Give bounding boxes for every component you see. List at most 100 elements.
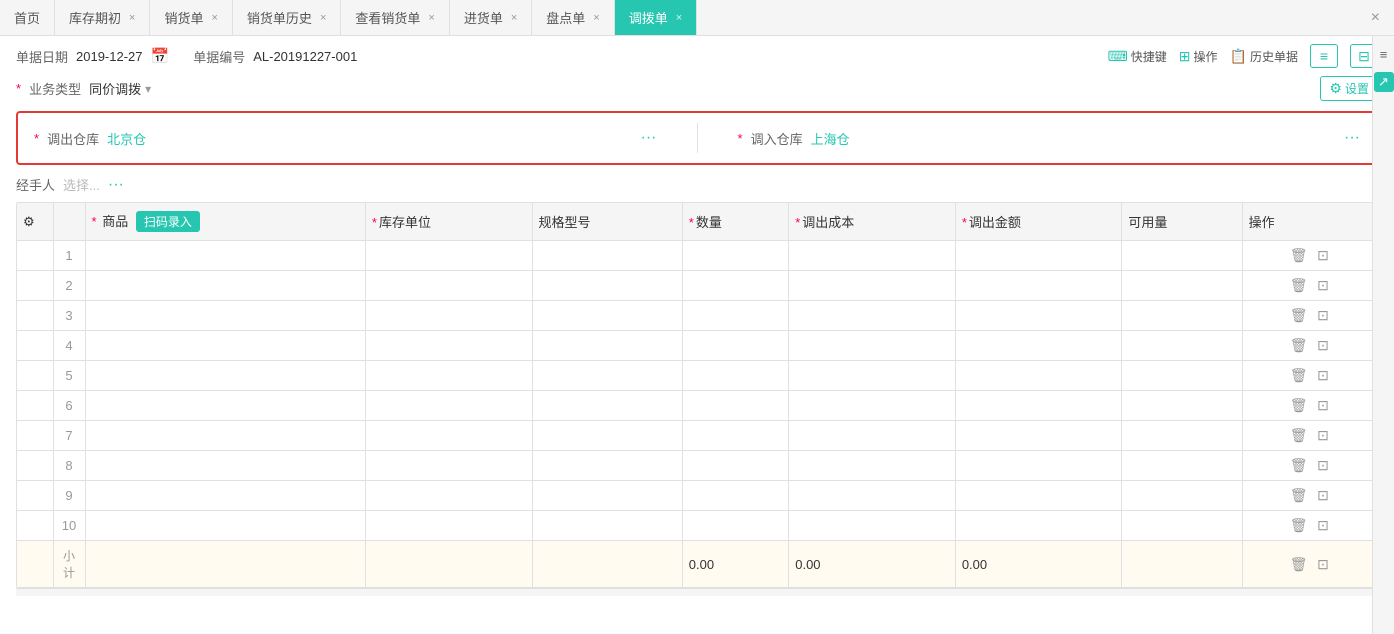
tab-close-view-sales[interactable]: × (428, 12, 434, 24)
row-cost-cell-3[interactable] (789, 301, 956, 331)
row-copy-btn-6[interactable]: ⊡ (1314, 397, 1332, 414)
row-spec-cell-1[interactable] (532, 241, 682, 271)
settings-button[interactable]: ⚙ 设置 (1320, 76, 1378, 101)
business-type-select[interactable]: 同价调拨 ▾ (89, 79, 209, 98)
row-copy-btn-5[interactable]: ⊡ (1314, 367, 1332, 384)
row-delete-btn-3[interactable]: 🗑 (1287, 307, 1311, 324)
row-unit-cell-10[interactable] (365, 511, 532, 541)
tab-close-purchase-order[interactable]: × (511, 12, 517, 24)
warehouse-in-more-icon[interactable]: ··· (1344, 129, 1360, 147)
row-unit-cell-5[interactable] (365, 361, 532, 391)
scan-barcode-btn[interactable]: 扫码录入 (136, 211, 200, 232)
row-product-cell-10[interactable] (85, 511, 365, 541)
tab-inventory-init[interactable]: 库存期初 × (55, 0, 150, 35)
window-close-button[interactable]: × (1357, 9, 1394, 27)
row-qty-cell-3[interactable] (682, 301, 788, 331)
row-unit-cell-1[interactable] (365, 241, 532, 271)
row-product-cell-1[interactable] (85, 241, 365, 271)
row-product-cell-2[interactable] (85, 271, 365, 301)
calendar-icon[interactable]: 📅 (151, 47, 170, 65)
tab-close-sales-history[interactable]: × (320, 12, 326, 24)
row-delete-btn-10[interactable]: 🗑 (1287, 517, 1311, 534)
row-amount-cell-10[interactable] (955, 511, 1122, 541)
row-qty-cell-7[interactable] (682, 421, 788, 451)
tab-close-inventory-check[interactable]: × (593, 12, 599, 24)
row-copy-btn-3[interactable]: ⊡ (1314, 307, 1332, 324)
row-cost-cell-4[interactable] (789, 331, 956, 361)
tab-close-inventory-init[interactable]: × (129, 12, 135, 24)
row-spec-cell-3[interactable] (532, 301, 682, 331)
row-qty-cell-1[interactable] (682, 241, 788, 271)
row-copy-btn-8[interactable]: ⊡ (1314, 457, 1332, 474)
row-copy-btn-10[interactable]: ⊡ (1314, 517, 1332, 534)
tab-view-sales[interactable]: 查看销货单 × (341, 0, 449, 35)
row-amount-cell-3[interactable] (955, 301, 1122, 331)
scroll-bar[interactable] (16, 588, 1378, 596)
subtotal-delete-btn[interactable]: 🗑 (1287, 556, 1311, 573)
handler-more-icon[interactable]: ··· (108, 176, 124, 194)
row-cost-cell-5[interactable] (789, 361, 956, 391)
row-qty-cell-6[interactable] (682, 391, 788, 421)
row-qty-cell-9[interactable] (682, 481, 788, 511)
row-copy-btn-7[interactable]: ⊡ (1314, 427, 1332, 444)
row-delete-btn-8[interactable]: 🗑 (1287, 457, 1311, 474)
row-product-cell-6[interactable] (85, 391, 365, 421)
operation-btn[interactable]: ⊞ 操作 (1179, 48, 1218, 65)
row-delete-btn-4[interactable]: 🗑 (1287, 337, 1311, 354)
row-qty-cell-2[interactable] (682, 271, 788, 301)
sidebar-export-icon[interactable]: ↗ (1374, 72, 1394, 92)
row-qty-cell-4[interactable] (682, 331, 788, 361)
row-amount-cell-2[interactable] (955, 271, 1122, 301)
row-copy-btn-1[interactable]: ⊡ (1314, 247, 1332, 264)
warehouse-in-value[interactable]: 上海仓 (811, 129, 850, 148)
row-amount-cell-1[interactable] (955, 241, 1122, 271)
tab-inventory-check[interactable]: 盘点单 × (532, 0, 614, 35)
row-amount-cell-4[interactable] (955, 331, 1122, 361)
row-unit-cell-7[interactable] (365, 421, 532, 451)
row-spec-cell-9[interactable] (532, 481, 682, 511)
row-delete-btn-2[interactable]: 🗑 (1287, 277, 1311, 294)
warehouse-out-value[interactable]: 北京仓 (107, 129, 146, 148)
row-amount-cell-5[interactable] (955, 361, 1122, 391)
row-spec-cell-6[interactable] (532, 391, 682, 421)
row-spec-cell-7[interactable] (532, 421, 682, 451)
row-product-cell-3[interactable] (85, 301, 365, 331)
row-spec-cell-8[interactable] (532, 451, 682, 481)
row-copy-btn-2[interactable]: ⊡ (1314, 277, 1332, 294)
row-product-cell-5[interactable] (85, 361, 365, 391)
row-unit-cell-3[interactable] (365, 301, 532, 331)
tab-home[interactable]: 首页 (0, 0, 55, 35)
row-qty-cell-5[interactable] (682, 361, 788, 391)
subtotal-copy-btn[interactable]: ⊡ (1314, 556, 1332, 573)
list-view-btn[interactable]: ≡ (1310, 44, 1338, 68)
row-cost-cell-2[interactable] (789, 271, 956, 301)
row-delete-btn-1[interactable]: 🗑 (1287, 247, 1311, 264)
row-unit-cell-4[interactable] (365, 331, 532, 361)
row-qty-cell-10[interactable] (682, 511, 788, 541)
row-cost-cell-6[interactable] (789, 391, 956, 421)
tab-sales-history[interactable]: 销货单历史 × (233, 0, 341, 35)
row-unit-cell-8[interactable] (365, 451, 532, 481)
tab-close-sales-order[interactable]: × (211, 12, 217, 24)
shortcut-btn[interactable]: ⌨ 快捷键 (1108, 48, 1167, 65)
row-product-cell-8[interactable] (85, 451, 365, 481)
row-amount-cell-7[interactable] (955, 421, 1122, 451)
row-product-cell-7[interactable] (85, 421, 365, 451)
tab-purchase-order[interactable]: 进货单 × (450, 0, 532, 35)
row-amount-cell-8[interactable] (955, 451, 1122, 481)
warehouse-out-more-icon[interactable]: ··· (641, 129, 657, 147)
row-product-cell-4[interactable] (85, 331, 365, 361)
row-spec-cell-2[interactable] (532, 271, 682, 301)
row-qty-cell-8[interactable] (682, 451, 788, 481)
tab-sales-order[interactable]: 销货单 × (150, 0, 232, 35)
row-amount-cell-9[interactable] (955, 481, 1122, 511)
row-spec-cell-4[interactable] (532, 331, 682, 361)
row-product-cell-9[interactable] (85, 481, 365, 511)
row-unit-cell-2[interactable] (365, 271, 532, 301)
tab-transfer-order[interactable]: 调拨单 × (615, 0, 697, 35)
history-btn[interactable]: 📋 历史单据 (1230, 48, 1298, 65)
row-unit-cell-9[interactable] (365, 481, 532, 511)
row-cost-cell-10[interactable] (789, 511, 956, 541)
sidebar-list-icon[interactable]: ≡ (1374, 44, 1394, 64)
row-cost-cell-9[interactable] (789, 481, 956, 511)
